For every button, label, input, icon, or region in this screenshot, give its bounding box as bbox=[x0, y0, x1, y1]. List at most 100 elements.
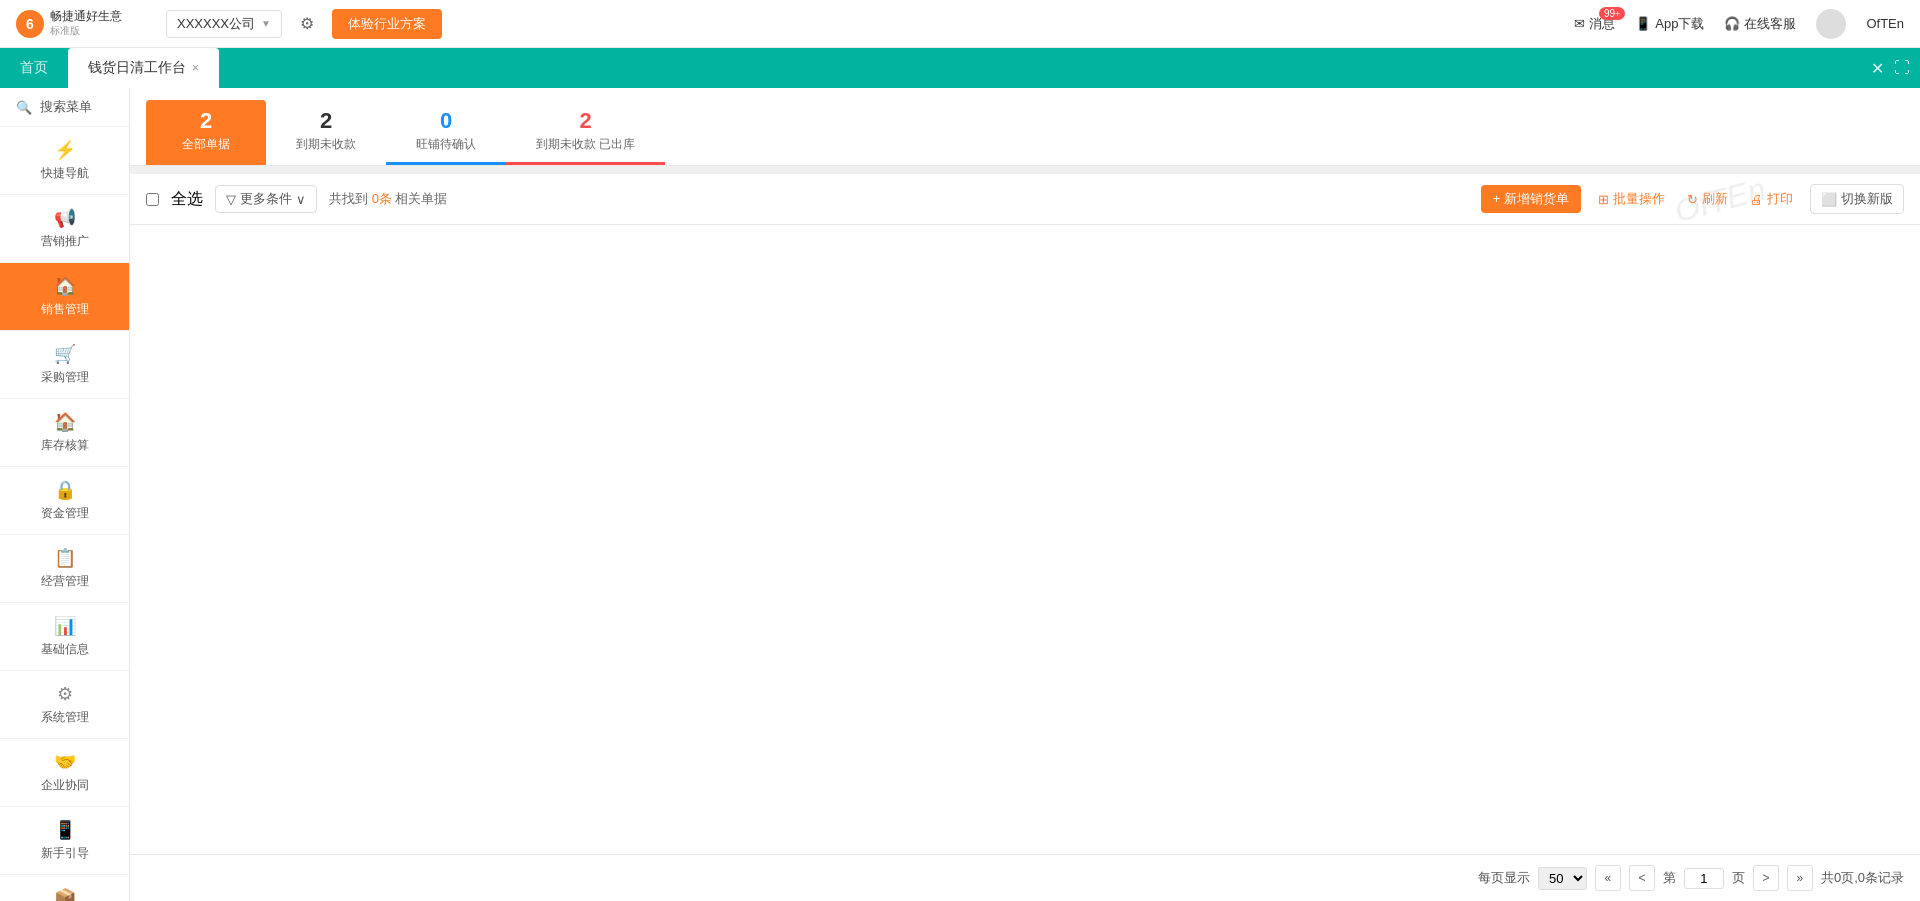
sidebar-item-inventory[interactable]: 🏠 库存核算 bbox=[0, 399, 129, 467]
prev-page-button[interactable]: < bbox=[1629, 865, 1655, 891]
app-download-label: App下载 bbox=[1655, 15, 1704, 33]
settings-button[interactable]: ⚙ bbox=[292, 9, 322, 39]
select-all-checkbox[interactable] bbox=[146, 193, 159, 206]
page-label: 第 bbox=[1663, 869, 1676, 887]
message-button[interactable]: ✉ 消息 99+ bbox=[1574, 15, 1615, 33]
sidebar-item-label: 资金管理 bbox=[41, 505, 89, 522]
sidebar-item-purchase[interactable]: 🛒 采购管理 bbox=[0, 331, 129, 399]
tab-workbench-label: 钱货日清工作台 bbox=[88, 59, 186, 77]
tab-close-icon[interactable]: × bbox=[192, 61, 199, 75]
sidebar-item-label: 采购管理 bbox=[41, 369, 89, 386]
print-button[interactable]: 🖨 打印 bbox=[1745, 185, 1798, 213]
tab-home[interactable]: 首页 bbox=[0, 48, 68, 88]
content-area: 2 全部单据 2 到期未收款 0 旺铺待确认 2 到期未收款 已出库 全选 ▽ … bbox=[130, 88, 1920, 901]
found-suffix: 相关单据 bbox=[395, 191, 447, 206]
page-suffix: 页 bbox=[1732, 869, 1745, 887]
stats-tabs: 2 全部单据 2 到期未收款 0 旺铺待确认 2 到期未收款 已出库 bbox=[130, 88, 1920, 166]
stat-num-all: 2 bbox=[200, 108, 212, 134]
sidebar-item-marketing[interactable]: 📢 营销推广 bbox=[0, 195, 129, 263]
base-info-icon: 📊 bbox=[54, 615, 76, 637]
stat-label-all: 全部单据 bbox=[182, 136, 230, 153]
sidebar-item-app-center[interactable]: 📦 应用中心 bbox=[0, 875, 129, 901]
last-page-button[interactable]: » bbox=[1787, 865, 1813, 891]
stat-label-pending: 旺铺待确认 bbox=[416, 136, 476, 153]
operations-icon: 📋 bbox=[54, 547, 76, 569]
found-text: 共找到 0条 相关单据 bbox=[329, 190, 447, 208]
filter-label: 更多条件 bbox=[240, 190, 292, 208]
stat-label-shipped: 到期未收款 已出库 bbox=[536, 136, 635, 153]
logo-area: 6 畅捷通好生意 标准版 bbox=[16, 9, 146, 39]
stat-tab-pending[interactable]: 0 旺铺待确认 bbox=[386, 100, 506, 165]
company-dropdown-arrow: ▼ bbox=[261, 18, 271, 29]
logo-sub: 标准版 bbox=[50, 24, 122, 38]
first-page-button[interactable]: « bbox=[1595, 865, 1621, 891]
message-badge: 99+ bbox=[1599, 7, 1625, 20]
sidebar-item-label: 经营管理 bbox=[41, 573, 89, 590]
per-page-label: 每页显示 bbox=[1478, 869, 1530, 887]
per-page-select[interactable]: 50 bbox=[1538, 867, 1587, 890]
page-number-input[interactable] bbox=[1684, 868, 1724, 889]
filter-arrow-icon: ∨ bbox=[296, 192, 306, 207]
system-icon: ⚙ bbox=[57, 683, 73, 705]
stat-num-shipped: 2 bbox=[580, 108, 592, 134]
stat-tab-all[interactable]: 2 全部单据 bbox=[146, 100, 266, 165]
sales-icon: 🏠 bbox=[54, 275, 76, 297]
print-icon: 🖨 bbox=[1750, 192, 1763, 207]
avatar[interactable] bbox=[1816, 9, 1846, 39]
next-page-button[interactable]: > bbox=[1753, 865, 1779, 891]
app-download-button[interactable]: 📱 App下载 bbox=[1635, 15, 1704, 33]
batch-operation-button[interactable]: ⊞ 批量操作 bbox=[1593, 185, 1670, 213]
stat-num-overdue: 2 bbox=[320, 108, 332, 134]
sidebar-item-guide[interactable]: 📱 新手引导 bbox=[0, 807, 129, 875]
logo-icon: 6 bbox=[16, 10, 44, 38]
toolbar-right: + 新增销货单 ⊞ 批量操作 ↻ 刷新 🖨 打印 ⬜ 切换新版 bbox=[1481, 184, 1904, 214]
enterprise-icon: 🤝 bbox=[54, 751, 76, 773]
sidebar-item-finance[interactable]: 🔒 资金管理 bbox=[0, 467, 129, 535]
filter-button[interactable]: ▽ 更多条件 ∨ bbox=[215, 185, 317, 213]
sidebar-item-label: 新手引导 bbox=[41, 845, 89, 862]
stat-tab-shipped[interactable]: 2 到期未收款 已出库 bbox=[506, 100, 665, 165]
pagination: 每页显示 50 « < 第 页 > » 共0页,0条记录 bbox=[130, 854, 1920, 901]
table-area bbox=[130, 225, 1920, 854]
user-name: OfTEn bbox=[1866, 16, 1904, 31]
finance-icon: 🔒 bbox=[54, 479, 76, 501]
search-menu-item[interactable]: 🔍 搜索菜单 bbox=[0, 88, 129, 127]
sidebar-item-label: 销售管理 bbox=[41, 301, 89, 318]
filter-icon: ▽ bbox=[226, 192, 236, 207]
tab-workbench[interactable]: 钱货日清工作台 × bbox=[68, 48, 219, 88]
sidebar-item-label: 企业协同 bbox=[41, 777, 89, 794]
company-select[interactable]: XXXXXX公司 ▼ bbox=[166, 10, 282, 38]
window-close-icon[interactable]: ✕ bbox=[1871, 59, 1884, 78]
online-service-label: 在线客服 bbox=[1744, 15, 1796, 33]
stat-tab-overdue[interactable]: 2 到期未收款 bbox=[266, 100, 386, 165]
search-menu-label: 搜索菜单 bbox=[40, 98, 92, 116]
select-all-label: 全选 bbox=[171, 189, 203, 210]
quick-nav-icon: ⚡ bbox=[54, 139, 76, 161]
guide-icon: 📱 bbox=[54, 819, 76, 841]
sidebar-item-system[interactable]: ⚙ 系统管理 bbox=[0, 671, 129, 739]
sidebar-item-sales[interactable]: 🏠 销售管理 bbox=[0, 263, 129, 331]
switch-version-button[interactable]: ⬜ 切换新版 bbox=[1810, 184, 1904, 214]
total-records: 共0页,0条记录 bbox=[1821, 869, 1904, 887]
sidebar-item-base-info[interactable]: 📊 基础信息 bbox=[0, 603, 129, 671]
window-expand-icon[interactable]: ⛶ bbox=[1894, 59, 1910, 77]
sidebar-item-label: 系统管理 bbox=[41, 709, 89, 726]
online-service-button[interactable]: 🎧 在线客服 bbox=[1724, 15, 1796, 33]
search-icon: 🔍 bbox=[16, 100, 32, 115]
sidebar-item-enterprise[interactable]: 🤝 企业协同 bbox=[0, 739, 129, 807]
switch-icon: ⬜ bbox=[1821, 192, 1837, 207]
refresh-button[interactable]: ↻ 刷新 bbox=[1682, 185, 1733, 213]
sidebar: 🔍 搜索菜单 ⚡ 快捷导航 📢 营销推广 🏠 销售管理 🛒 采购管理 🏠 库存核… bbox=[0, 88, 130, 901]
logo-name: 畅捷通好生意 bbox=[50, 9, 122, 25]
sidebar-item-quick-nav[interactable]: ⚡ 快捷导航 bbox=[0, 127, 129, 195]
refresh-icon: ↻ bbox=[1687, 192, 1698, 207]
sidebar-item-label: 库存核算 bbox=[41, 437, 89, 454]
headset-icon: 🎧 bbox=[1724, 16, 1740, 31]
sidebar-item-operations[interactable]: 📋 经营管理 bbox=[0, 535, 129, 603]
add-sale-button[interactable]: + 新增销货单 bbox=[1481, 185, 1581, 213]
nav-tabs: 首页 钱货日清工作台 × ✕ ⛶ bbox=[0, 48, 1920, 88]
trial-button[interactable]: 体验行业方案 bbox=[332, 9, 442, 39]
sidebar-item-label: 基础信息 bbox=[41, 641, 89, 658]
batch-label: 批量操作 bbox=[1613, 190, 1665, 208]
found-prefix: 共找到 bbox=[329, 191, 368, 206]
